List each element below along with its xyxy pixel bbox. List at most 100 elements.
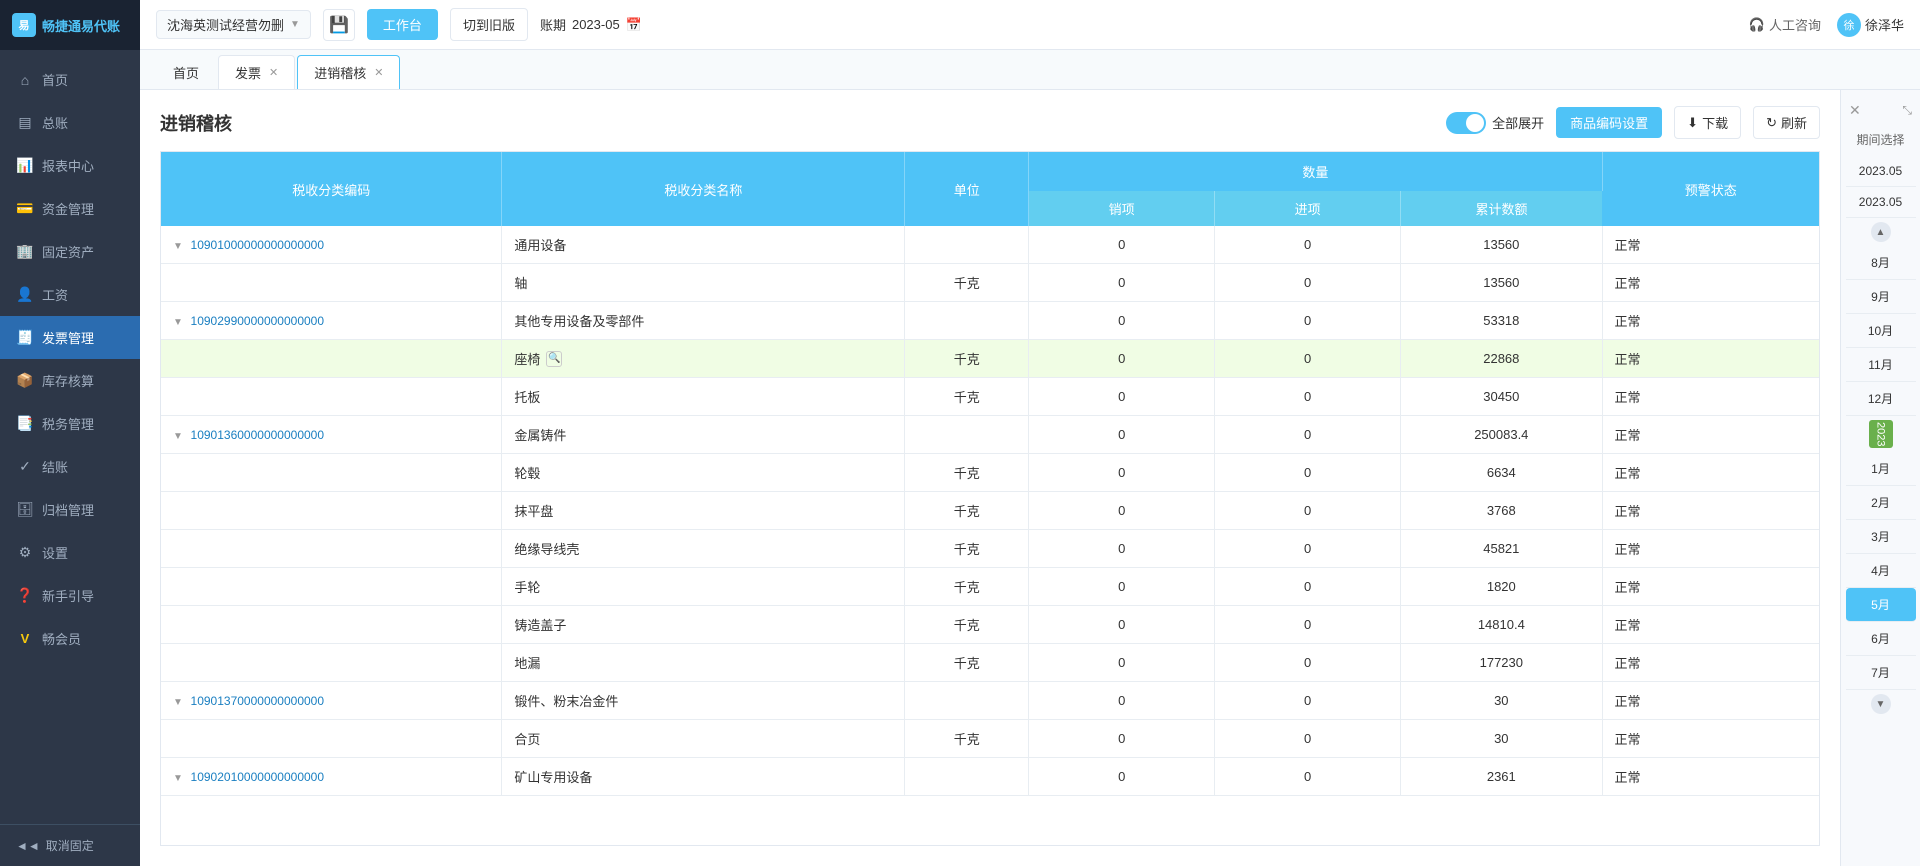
service-label: 人工咨询 xyxy=(1769,15,1821,34)
sidebar-item-settlement[interactable]: ✓ 结账 xyxy=(0,445,140,488)
sidebar-item-tax[interactable]: 📑 税务管理 xyxy=(0,402,140,445)
tab-reconcile-close[interactable]: ✕ xyxy=(374,66,383,79)
month-12[interactable]: 12月 xyxy=(1846,382,1916,416)
logo-text: 畅捷通易代账 xyxy=(42,16,120,35)
company-selector[interactable]: 沈海英测试经营勿删 ▼ xyxy=(156,10,311,39)
table-row xyxy=(161,264,502,302)
table-row: ▼ 10902990000000000000 xyxy=(161,302,502,340)
expand-label: 全部展开 xyxy=(1492,113,1544,132)
sidebar-unpin-button[interactable]: ◄◄ 取消固定 xyxy=(0,824,140,866)
tab-invoice-close[interactable]: ✕ xyxy=(269,66,278,79)
sidebar-item-funds[interactable]: 💳 资金管理 xyxy=(0,187,140,230)
sidebar-item-home[interactable]: ⌂ 首页 xyxy=(0,58,140,101)
month-10[interactable]: 10月 xyxy=(1846,314,1916,348)
header-actions: 全部展开 商品编码设置 ⬇ 下载 ↻ 刷新 xyxy=(1446,106,1820,139)
collapse-icon[interactable]: ▼ xyxy=(173,241,183,252)
collapse-icon[interactable]: ▼ xyxy=(173,431,183,442)
service-button[interactable]: 🎧 人工咨询 xyxy=(1749,15,1821,34)
product-code-button[interactable]: 商品编码设置 xyxy=(1556,107,1662,138)
col-subheader-sale: 销项 xyxy=(1029,191,1215,226)
collapse-icon[interactable]: ▼ xyxy=(173,697,183,708)
period-scroll-up[interactable]: ▲ xyxy=(1871,222,1891,242)
reports-icon: 📊 xyxy=(16,157,34,175)
tab-home[interactable]: 首页 xyxy=(156,55,216,89)
cell-search-icon[interactable]: 🔍 xyxy=(546,351,562,367)
month-6[interactable]: 6月 xyxy=(1846,622,1916,656)
tax-icon: 📑 xyxy=(16,415,34,433)
topbar-right: 🎧 人工咨询 徐 徐泽华 xyxy=(1749,13,1904,37)
tab-reconcile[interactable]: 进销稽核 ✕ xyxy=(297,55,400,89)
period-scroll-down[interactable]: ▼ xyxy=(1871,694,1891,714)
col-header-warning: 预警状态 xyxy=(1602,152,1819,226)
period-item-2023-05-2[interactable]: 2023.05 xyxy=(1846,187,1916,218)
month-11[interactable]: 11月 xyxy=(1846,348,1916,382)
month-9[interactable]: 9月 xyxy=(1846,280,1916,314)
sidebar-item-ledger[interactable]: ▤ 总账 xyxy=(0,101,140,144)
headset-icon: 🎧 xyxy=(1749,17,1765,33)
collapse-icon[interactable]: ▼ xyxy=(173,773,183,784)
sidebar-item-guide[interactable]: ❓ 新手引导 xyxy=(0,574,140,617)
tab-home-label: 首页 xyxy=(173,63,199,82)
month-2[interactable]: 2月 xyxy=(1846,486,1916,520)
panel-expand-button[interactable]: ⤡ xyxy=(1902,103,1912,118)
calendar-icon[interactable]: 📅 xyxy=(626,17,642,33)
data-table-container: 税收分类编码 税收分类名称 单位 数量 预警状态 销项 进项 累计数额 xyxy=(160,151,1820,846)
payroll-icon: 👤 xyxy=(16,286,34,304)
download-label: 下载 xyxy=(1702,113,1728,132)
pin-icon: ◄◄ xyxy=(16,839,40,853)
tab-invoice[interactable]: 发票 ✕ xyxy=(218,55,295,89)
col-header-tax-name: 税收分类名称 xyxy=(502,152,905,226)
sidebar-item-settings[interactable]: ⚙ 设置 xyxy=(0,531,140,574)
page-title: 进销稽核 xyxy=(160,110,232,136)
sidebar-item-label: 设置 xyxy=(42,543,68,562)
vip-icon: V xyxy=(16,630,34,648)
refresh-button[interactable]: ↻ 刷新 xyxy=(1753,106,1820,139)
content-wrapper: 进销稽核 全部展开 商品编码设置 ⬇ 下载 ↻ 刷 xyxy=(140,90,1920,866)
table-row xyxy=(161,606,502,644)
month-4[interactable]: 4月 xyxy=(1846,554,1916,588)
year-2023-label[interactable]: 2023 xyxy=(1869,420,1893,448)
assets-icon: 🏢 xyxy=(16,243,34,261)
save-button[interactable]: 💾 xyxy=(323,9,355,41)
save-icon: 💾 xyxy=(329,15,349,35)
sidebar-item-assets[interactable]: 🏢 固定资产 xyxy=(0,230,140,273)
panel-close-button[interactable]: ✕ xyxy=(1849,102,1861,119)
month-5-active[interactable]: 5月 xyxy=(1846,588,1916,622)
table-row xyxy=(161,492,502,530)
month-8[interactable]: 8月 xyxy=(1846,246,1916,280)
sidebar-item-invoices[interactable]: 🧾 发票管理 xyxy=(0,316,140,359)
period-value: 2023-05 xyxy=(572,17,620,32)
table-row: ▼ 10901370000000000000 xyxy=(161,682,502,720)
sidebar-item-reports[interactable]: 📊 报表中心 xyxy=(0,144,140,187)
table-row xyxy=(161,644,502,682)
company-name: 沈海英测试经营勿删 xyxy=(167,15,284,34)
content-header: 进销稽核 全部展开 商品编码设置 ⬇ 下载 ↻ 刷 xyxy=(140,90,1840,151)
month-3[interactable]: 3月 xyxy=(1846,520,1916,554)
sidebar-item-inventory[interactable]: 📦 库存核算 xyxy=(0,359,140,402)
sidebar-item-label: 税务管理 xyxy=(42,414,94,433)
home-icon: ⌂ xyxy=(16,71,34,89)
refresh-icon: ↻ xyxy=(1766,115,1777,131)
download-button[interactable]: ⬇ 下载 xyxy=(1674,106,1741,139)
sidebar-bottom-label: 取消固定 xyxy=(46,837,94,854)
settlement-icon: ✓ xyxy=(16,458,34,476)
sidebar-item-payroll[interactable]: 👤 工资 xyxy=(0,273,140,316)
invoices-icon: 🧾 xyxy=(16,329,34,347)
sidebar-item-label: 发票管理 xyxy=(42,328,94,347)
period-item-2023-05-1[interactable]: 2023.05 xyxy=(1846,156,1916,187)
logo-icon: 易 xyxy=(12,13,36,37)
month-7[interactable]: 7月 xyxy=(1846,656,1916,690)
sidebar-item-vip[interactable]: V 畅会员 xyxy=(0,617,140,660)
sidebar-item-archive[interactable]: 🗄 归档管理 xyxy=(0,488,140,531)
old-version-button[interactable]: 切到旧版 xyxy=(450,8,528,41)
sidebar-item-label: 资金管理 xyxy=(42,199,94,218)
workbench-button[interactable]: 工作台 xyxy=(367,9,438,40)
user-menu[interactable]: 徐 徐泽华 xyxy=(1837,13,1904,37)
collapse-icon[interactable]: ▼ xyxy=(173,317,183,328)
refresh-label: 刷新 xyxy=(1781,113,1807,132)
expand-toggle-label: 全部展开 xyxy=(1446,112,1544,134)
month-1[interactable]: 1月 xyxy=(1846,452,1916,486)
table-row xyxy=(161,378,502,416)
sidebar-item-label: 库存核算 xyxy=(42,371,94,390)
expand-toggle[interactable] xyxy=(1446,112,1486,134)
